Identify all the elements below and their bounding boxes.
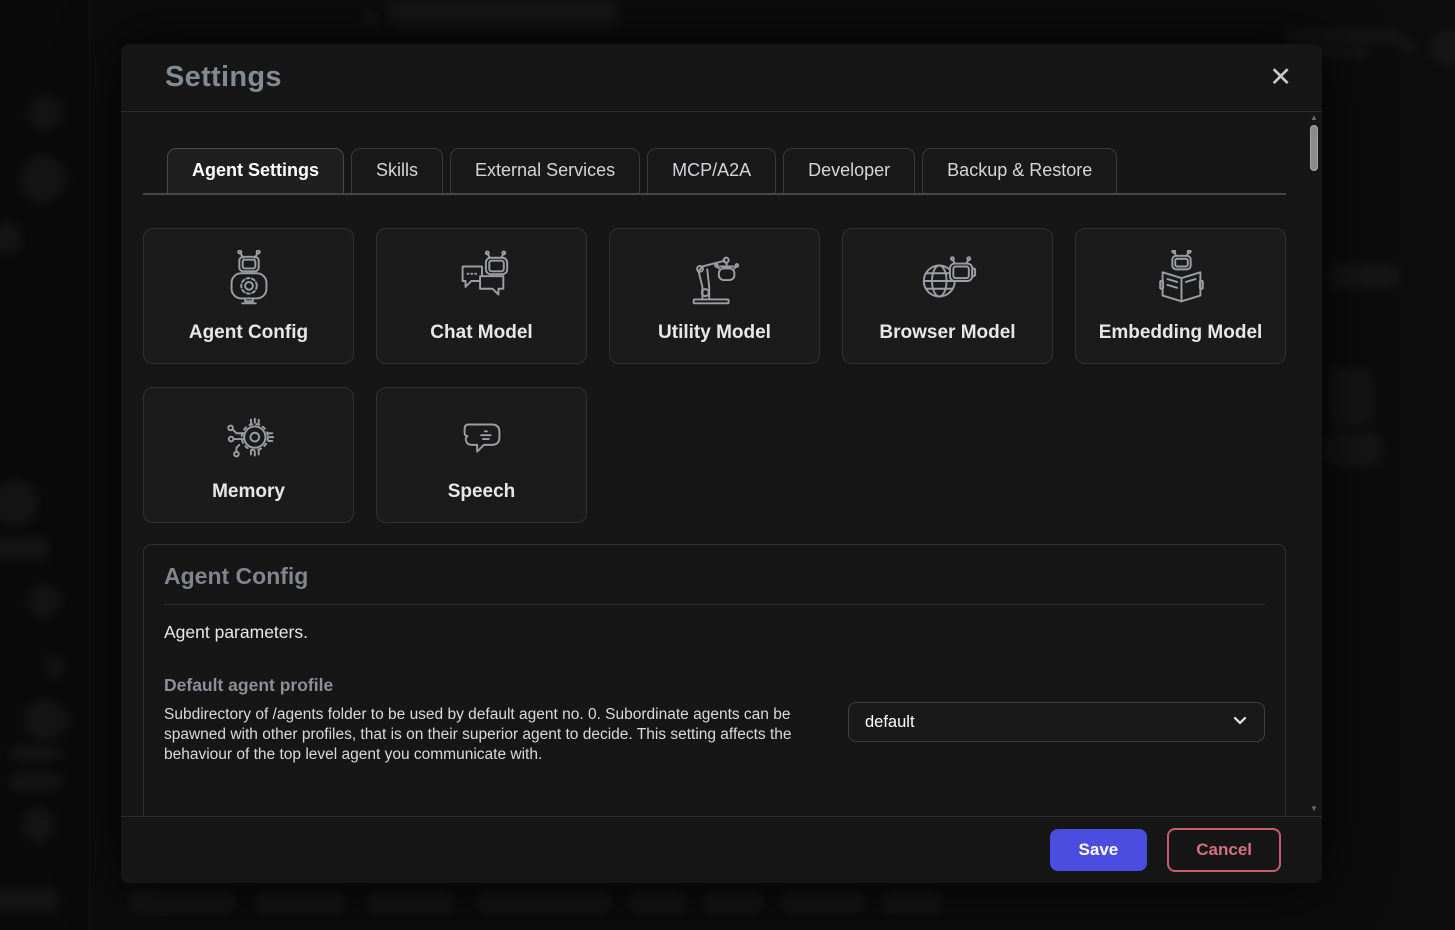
memory-icon (218, 408, 280, 472)
dimmed-top-icon (362, 10, 378, 26)
modal-content: Agent Settings Skills External Services … (121, 113, 1306, 816)
tab-external-services[interactable]: External Services (450, 148, 640, 193)
close-icon[interactable]: ✕ (1269, 64, 1292, 91)
card-label: Memory (212, 481, 285, 503)
dimmed-right-panel (1325, 432, 1383, 466)
dimmed-sidebar-item (10, 745, 64, 761)
field-default-agent-profile: Default agent profile Subdirectory of /a… (164, 675, 1265, 765)
default-agent-profile-select[interactable]: default (848, 702, 1265, 742)
tab-backup-restore[interactable]: Backup & Restore (922, 148, 1117, 193)
utility-model-icon (684, 249, 746, 313)
card-chat-model[interactable]: Chat Model (376, 228, 587, 364)
card-browser-model[interactable]: Browser Model (842, 228, 1053, 364)
card-memory[interactable]: Memory (143, 387, 354, 523)
dimmed-bottom-chip (254, 890, 346, 914)
cancel-button[interactable]: Cancel (1167, 828, 1281, 872)
dimmed-bottom-chip (476, 890, 612, 914)
tab-mcp-a2a[interactable]: MCP/A2A (647, 148, 776, 193)
dimmed-bottom-chip (702, 890, 764, 914)
agent-config-icon (218, 249, 280, 313)
tab-skills[interactable]: Skills (351, 148, 443, 193)
scrollbar-thumb[interactable] (1310, 125, 1318, 171)
dimmed-sidebar-icon (22, 808, 56, 842)
card-label: Chat Model (430, 322, 532, 344)
tab-developer[interactable]: Developer (783, 148, 915, 193)
dimmed-sidebar-icon (44, 656, 66, 678)
card-label: Utility Model (658, 322, 771, 344)
section-title: Agent Config (164, 563, 1265, 605)
card-agent-config[interactable]: Agent Config (143, 228, 354, 364)
dimmed-bottom-chip (628, 890, 686, 914)
modal-scrollbar[interactable]: ▲ ▼ (1308, 113, 1320, 816)
dimmed-header-text (1286, 30, 1404, 43)
dimmed-sidebar-icon (28, 584, 62, 618)
card-embedding-model[interactable]: Embedding Model (1075, 228, 1286, 364)
agent-config-section: Agent Config Agent parameters. Default a… (143, 544, 1286, 816)
card-label: Agent Config (189, 322, 308, 344)
select-value: default (865, 713, 915, 732)
card-label: Speech (448, 481, 516, 503)
dimmed-sidebar-icon (24, 700, 70, 740)
settings-cards-grid: Agent Config Chat Model (143, 228, 1286, 523)
dimmed-right-badge (1325, 263, 1401, 289)
dimmed-bottom-chip (128, 890, 236, 914)
embedding-model-icon (1150, 249, 1212, 313)
settings-modal: Settings ✕ Agent Settings Skills Externa… (121, 44, 1322, 883)
speech-icon (451, 408, 513, 472)
modal-title: Settings (165, 61, 282, 94)
field-description: Subdirectory of /agents folder to be use… (164, 705, 812, 765)
chat-model-icon (451, 249, 513, 313)
scrollbar-up-arrow[interactable]: ▲ (1308, 113, 1320, 123)
dimmed-top-message (388, 8, 620, 28)
field-label: Default agent profile (164, 675, 812, 696)
modal-header: Settings ✕ (121, 44, 1322, 112)
dimmed-sidebar-icon (20, 155, 68, 203)
field-text: Default agent profile Subdirectory of /a… (164, 675, 812, 765)
dimmed-bottom-chip (882, 890, 942, 914)
card-label: Browser Model (879, 322, 1015, 344)
field-control: default (812, 675, 1265, 765)
browser-model-icon (917, 249, 979, 313)
card-speech[interactable]: Speech (376, 387, 587, 523)
dimmed-sidebar-item (0, 538, 50, 560)
dimmed-avatar (1430, 28, 1455, 66)
card-utility-model[interactable]: Utility Model (609, 228, 820, 364)
dimmed-bottom-chip (780, 890, 864, 914)
tab-agent-settings[interactable]: Agent Settings (167, 148, 344, 193)
dimmed-right-panel (1328, 368, 1372, 426)
modal-footer: Save Cancel (121, 816, 1322, 883)
card-label: Embedding Model (1099, 322, 1263, 344)
dimmed-header-dot (1400, 38, 1416, 54)
chevron-down-icon (1232, 712, 1248, 733)
settings-tabs: Agent Settings Skills External Services … (143, 148, 1286, 195)
dimmed-bottom-chip (366, 890, 454, 914)
dimmed-sidebar-item (0, 888, 60, 912)
dimmed-sidebar-item (8, 773, 64, 791)
section-description: Agent parameters. (164, 622, 1265, 643)
scrollbar-down-arrow[interactable]: ▼ (1308, 804, 1320, 814)
dimmed-sidebar-icon (28, 95, 64, 131)
save-button[interactable]: Save (1050, 829, 1148, 871)
